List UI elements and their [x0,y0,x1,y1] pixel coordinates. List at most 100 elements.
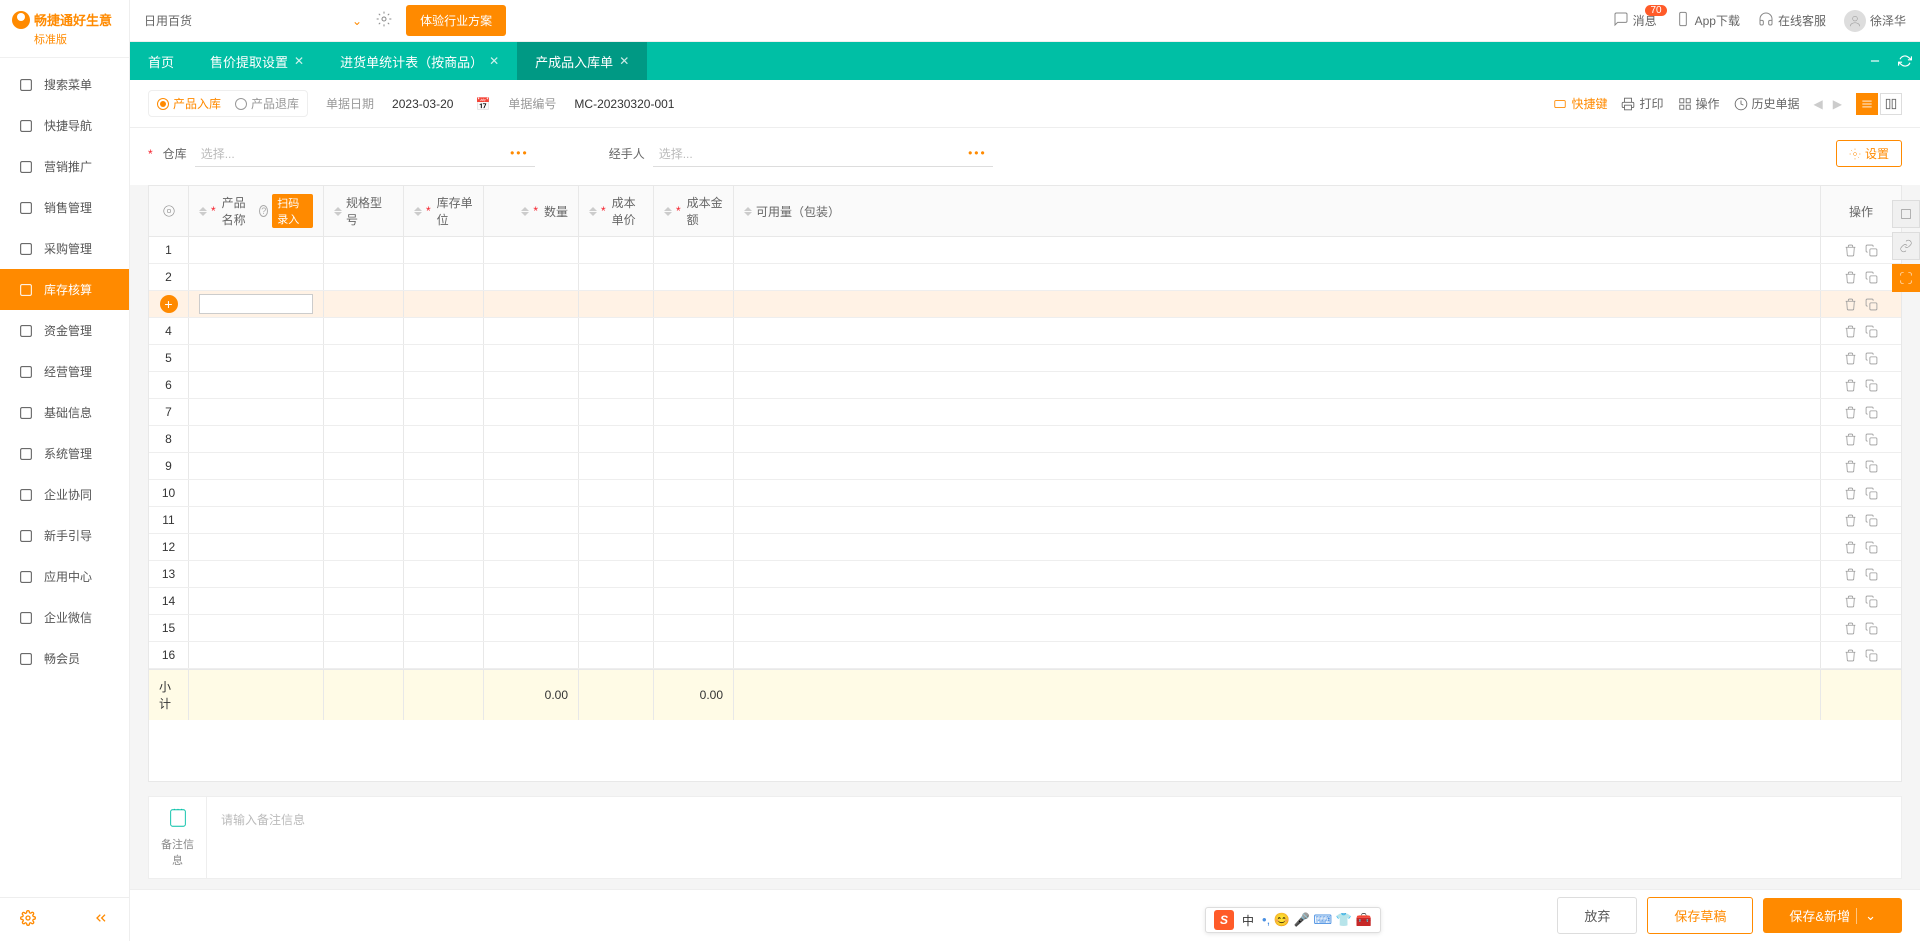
delete-icon[interactable] [1844,622,1857,635]
table-row[interactable]: 9 [149,453,1901,480]
gear-icon[interactable] [376,11,392,30]
settings-icon[interactable] [20,910,36,929]
close-icon[interactable]: ✕ [489,54,499,68]
date-value[interactable]: 2023-03-20 [392,97,453,111]
warehouse-input[interactable]: 选择... ••• [195,141,535,167]
table-row[interactable]: 4 [149,318,1901,345]
col-product-name[interactable]: *产品名称?扫码录入 [189,186,324,236]
table-row[interactable]: 15 [149,615,1901,642]
nav-item-8[interactable]: 基础信息 [0,392,129,433]
col-spec[interactable]: 规格型号 [324,186,404,236]
tab-2[interactable]: 进货单统计表（按商品）✕ [322,42,517,80]
table-row[interactable]: 2 [149,264,1901,291]
table-row[interactable]: 6 [149,372,1901,399]
nav-item-4[interactable]: 采购管理 [0,228,129,269]
copy-icon[interactable] [1865,406,1878,419]
nav-item-0[interactable]: 搜索菜单 [0,64,129,105]
delete-icon[interactable] [1844,271,1857,284]
view-detail[interactable] [1880,93,1902,115]
nav-item-13[interactable]: 企业微信 [0,597,129,638]
print-link[interactable]: 打印 [1621,95,1663,112]
tab-minimize[interactable] [1860,42,1890,80]
handler-input[interactable]: 选择... ••• [653,141,993,167]
view-list[interactable] [1856,93,1878,115]
nav-item-2[interactable]: 营销推广 [0,146,129,187]
product-name-input[interactable] [199,294,313,314]
nav-item-3[interactable]: 销售管理 [0,187,129,228]
delete-icon[interactable] [1844,595,1857,608]
delete-icon[interactable] [1844,433,1857,446]
copy-icon[interactable] [1865,379,1878,392]
copy-icon[interactable] [1865,271,1878,284]
tab-1[interactable]: 售价提取设置✕ [192,42,322,80]
table-row[interactable]: 10 [149,480,1901,507]
col-price[interactable]: *成本单价 [579,186,654,236]
tab-refresh[interactable] [1890,42,1920,80]
delete-icon[interactable] [1844,325,1857,338]
nav-item-5[interactable]: 库存核算 [0,269,129,310]
delete-icon[interactable] [1844,298,1857,311]
radio-product-in[interactable]: 产品入库 [157,95,221,112]
copy-icon[interactable] [1865,649,1878,662]
copy-icon[interactable] [1865,568,1878,581]
calendar-icon[interactable]: 📅 [475,97,490,111]
business-selector[interactable]: 日用百货 ⌄ [144,12,362,29]
col-available[interactable]: 可用量（包装） [734,186,1821,236]
table-row[interactable]: 8 [149,426,1901,453]
nav-item-10[interactable]: 企业协同 [0,474,129,515]
operate-link[interactable]: 操作 [1678,95,1720,112]
copy-icon[interactable] [1865,460,1878,473]
tab-3[interactable]: 产成品入库单✕ [517,42,647,80]
table-row[interactable]: + [149,291,1901,318]
close-icon[interactable]: ✕ [619,54,629,68]
copy-icon[interactable] [1865,433,1878,446]
delete-icon[interactable] [1844,541,1857,554]
nav-item-14[interactable]: 畅会员 [0,638,129,679]
copy-icon[interactable] [1865,541,1878,554]
copy-icon[interactable] [1865,352,1878,365]
save-draft-button[interactable]: 保存草稿 [1647,897,1753,934]
app-download-link[interactable]: App下载 [1675,11,1740,30]
table-row[interactable]: 1 [149,237,1901,264]
nav-item-1[interactable]: 快捷导航 [0,105,129,146]
shortcut-link[interactable]: 快捷键 [1553,95,1607,112]
nav-item-9[interactable]: 系统管理 [0,433,129,474]
table-row[interactable]: 13 [149,561,1901,588]
column-settings-button[interactable]: 设置 [1836,140,1902,167]
next-doc[interactable]: ▶ [1833,97,1842,111]
add-row-button[interactable]: + [160,295,178,313]
radio-product-out[interactable]: 产品退库 [235,95,299,112]
table-row[interactable]: 16 [149,642,1901,669]
nav-item-7[interactable]: 经营管理 [0,351,129,392]
table-row[interactable]: 14 [149,588,1901,615]
delete-icon[interactable] [1844,244,1857,257]
delete-icon[interactable] [1844,379,1857,392]
dock-link[interactable] [1892,232,1920,260]
copy-icon[interactable] [1865,514,1878,527]
delete-icon[interactable] [1844,487,1857,500]
nav-item-12[interactable]: 应用中心 [0,556,129,597]
save-new-button[interactable]: 保存&新增 ⌄ [1763,898,1902,933]
delete-icon[interactable] [1844,460,1857,473]
delete-icon[interactable] [1844,352,1857,365]
remarks-input[interactable]: 请输入备注信息 [207,797,1901,878]
history-link[interactable]: 历史单据 [1734,95,1800,112]
copy-icon[interactable] [1865,244,1878,257]
table-row[interactable]: 5 [149,345,1901,372]
nav-item-6[interactable]: 资金管理 [0,310,129,351]
tab-0[interactable]: 首页 [130,42,192,80]
copy-icon[interactable] [1865,595,1878,608]
delete-icon[interactable] [1844,649,1857,662]
table-row[interactable]: 12 [149,534,1901,561]
prev-doc[interactable]: ◀ [1814,97,1823,111]
col-unit[interactable]: *库存单位 [404,186,484,236]
ime-bar[interactable]: S 中 •, 😊 🎤 ⌨ 👕 🧰 [1205,907,1381,933]
nav-item-11[interactable]: 新手引导 [0,515,129,556]
service-link[interactable]: 在线客服 [1758,11,1826,30]
dock-note[interactable] [1892,200,1920,228]
col-settings[interactable] [149,186,189,236]
trial-button[interactable]: 体验行业方案 [406,5,506,36]
delete-icon[interactable] [1844,514,1857,527]
col-qty[interactable]: *数量 [484,186,579,236]
delete-icon[interactable] [1844,406,1857,419]
